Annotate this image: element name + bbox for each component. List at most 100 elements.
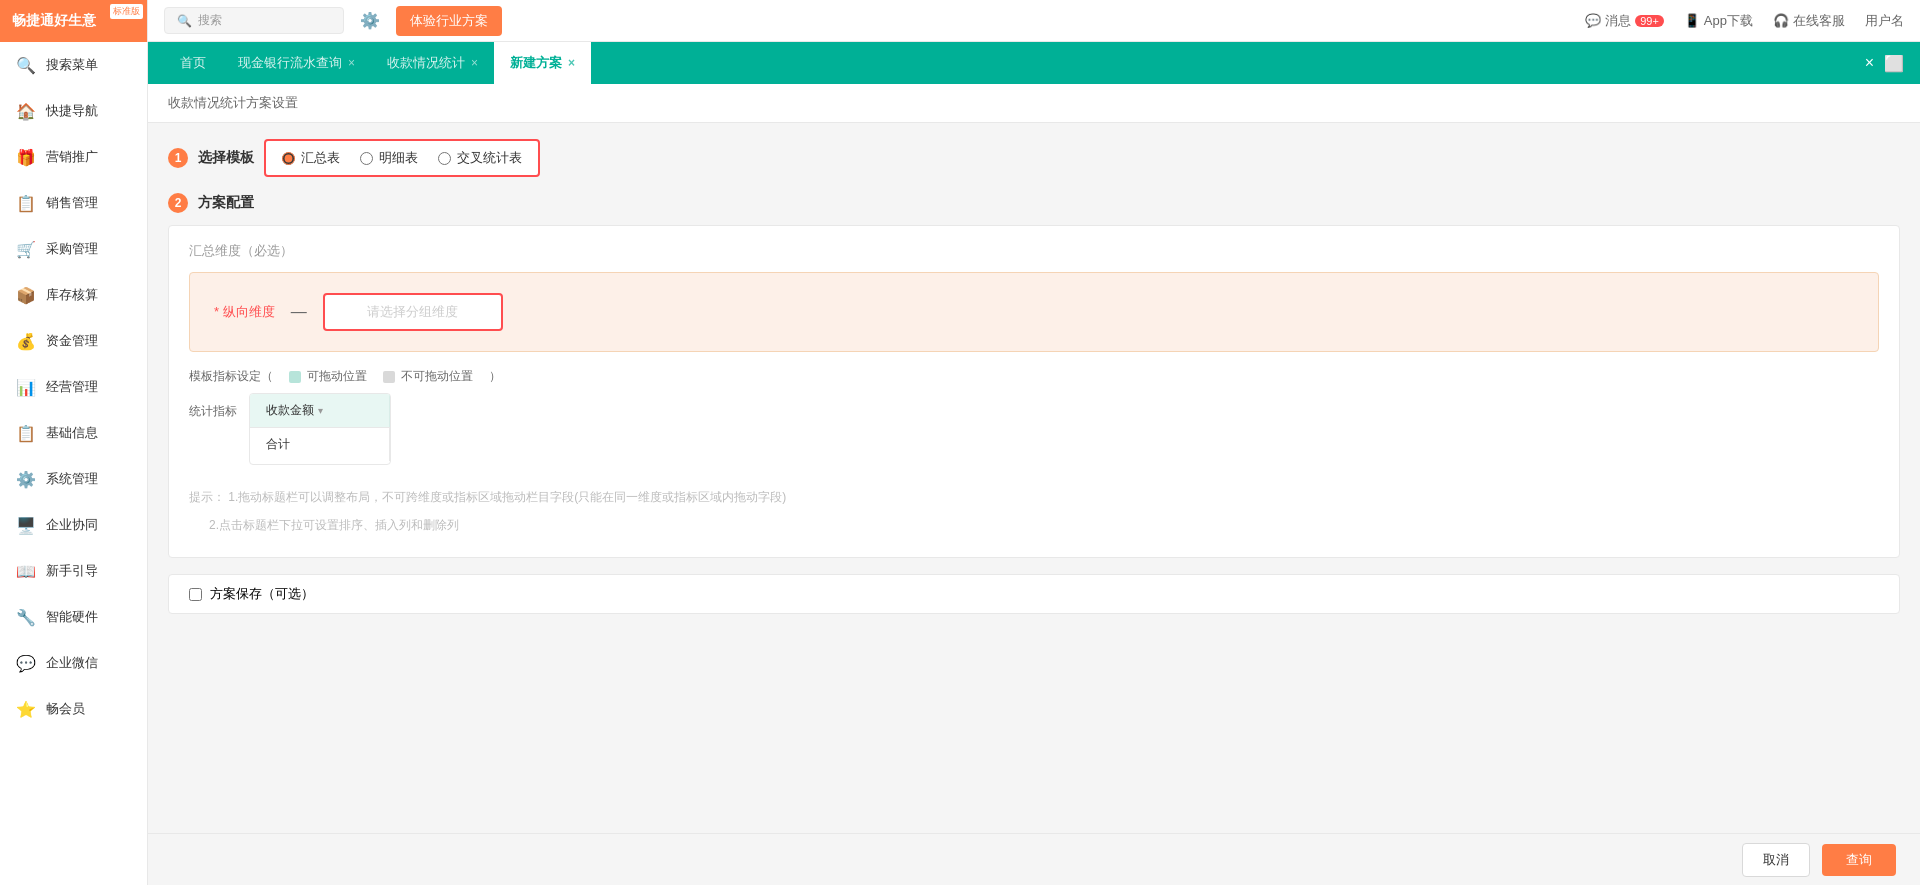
sidebar-item-sales[interactable]: 📋 销售管理 bbox=[0, 180, 147, 226]
topbar: 🔍 搜索 ⚙️ 体验行业方案 💬 消息 99+ 📱 App下载 🎧 在线客服 用… bbox=[148, 0, 1920, 42]
radio-option-detail[interactable]: 明细表 bbox=[360, 149, 418, 167]
sidebar-logo-text: 畅捷通好生意 bbox=[12, 12, 96, 30]
sidebar-item-label: 企业协同 bbox=[46, 516, 98, 534]
collab-icon: 🖥️ bbox=[16, 516, 36, 535]
sidebar-item-basic-info[interactable]: 📋 基础信息 bbox=[0, 410, 147, 456]
radio-summary-input[interactable] bbox=[282, 152, 295, 165]
window-close-icon[interactable]: × bbox=[1865, 54, 1874, 72]
sidebar-item-operations[interactable]: 📊 经营管理 bbox=[0, 364, 147, 410]
sidebar: 畅捷通好生意 标准版 🔍 搜索菜单 🏠 快捷导航 🎁 营销推广 📋 销售管理 🛒… bbox=[0, 0, 148, 885]
sidebar-item-label: 基础信息 bbox=[46, 424, 98, 442]
tips-area: 提示： 1.拖动标题栏可以调整布局，不可跨维度或指标区域拖动栏目字段(只能在同一… bbox=[189, 485, 1879, 537]
step1-header: 1 选择模板 汇总表 明细表 交叉统计表 bbox=[168, 139, 1900, 177]
tab-collection-stats[interactable]: 收款情况统计 × bbox=[371, 42, 494, 84]
sidebar-item-system[interactable]: ⚙️ 系统管理 bbox=[0, 456, 147, 502]
message-icon: 💬 bbox=[1585, 13, 1601, 28]
search-placeholder-text: 搜索 bbox=[198, 12, 222, 29]
tab-collection-stats-label: 收款情况统计 bbox=[387, 54, 465, 72]
notification-badge: 99+ bbox=[1635, 15, 1664, 27]
save-checkbox[interactable] bbox=[189, 588, 202, 601]
step2-header: 2 方案配置 bbox=[168, 193, 1900, 213]
dimension-select[interactable]: 请选择分组维度 bbox=[323, 293, 503, 331]
metrics-header-cell[interactable]: 收款金额 ▾ bbox=[250, 394, 390, 427]
fixed-legend-label: 不可拖动位置 bbox=[401, 368, 473, 385]
notification-button[interactable]: 💬 消息 99+ bbox=[1585, 12, 1664, 30]
legend-draggable: 可拖动位置 bbox=[289, 368, 367, 385]
search-menu-icon: 🔍 bbox=[16, 56, 36, 75]
save-section: 方案保存（可选） bbox=[168, 574, 1900, 614]
app-download-button[interactable]: 📱 App下载 bbox=[1684, 12, 1753, 30]
arrow-icon: — bbox=[291, 303, 307, 321]
guide-icon: 📖 bbox=[16, 562, 36, 581]
sidebar-item-inventory[interactable]: 📦 库存核算 bbox=[0, 272, 147, 318]
user-name: 用户名 bbox=[1865, 12, 1904, 30]
config-section: 汇总维度（必选） * 纵向维度 — 请选择分组维度 bbox=[168, 225, 1900, 558]
sidebar-item-quick-nav[interactable]: 🏠 快捷导航 bbox=[0, 88, 147, 134]
sidebar-item-label: 新手引导 bbox=[46, 562, 98, 580]
sidebar-item-label: 搜索菜单 bbox=[46, 56, 98, 74]
sidebar-item-label: 营销推广 bbox=[46, 148, 98, 166]
sidebar-item-marketing[interactable]: 🎁 营销推广 bbox=[0, 134, 147, 180]
sidebar-item-label: 经营管理 bbox=[46, 378, 98, 396]
home-icon: 🏠 bbox=[16, 102, 36, 121]
tip2: 2.点击标题栏下拉可设置排序、插入列和删除列 bbox=[209, 518, 459, 532]
sidebar-item-enterprise-collab[interactable]: 🖥️ 企业协同 bbox=[0, 502, 147, 548]
sidebar-item-smart-hardware[interactable]: 🔧 智能硬件 bbox=[0, 594, 147, 640]
radio-summary-label: 汇总表 bbox=[301, 149, 340, 167]
metrics-settings: 模板指标设定（ 可拖动位置 不可拖动位置 ） bbox=[189, 368, 1879, 465]
online-service-button[interactable]: 🎧 在线客服 bbox=[1773, 12, 1845, 30]
tab-bank-flow[interactable]: 现金银行流水查询 × bbox=[222, 42, 371, 84]
topbar-right: 💬 消息 99+ 📱 App下载 🎧 在线客服 用户名 bbox=[1585, 12, 1904, 30]
sidebar-item-label: 资金管理 bbox=[46, 332, 98, 350]
radio-option-summary[interactable]: 汇总表 bbox=[282, 149, 340, 167]
tab-home[interactable]: 首页 bbox=[164, 42, 222, 84]
sidebar-item-label: 企业微信 bbox=[46, 654, 98, 672]
box-icon: 📦 bbox=[16, 286, 36, 305]
sidebar-item-label: 快捷导航 bbox=[46, 102, 98, 120]
tip1: 1.拖动标题栏可以调整布局，不可跨维度或指标区域拖动栏目字段(只能在同一维度或指… bbox=[228, 490, 786, 504]
sidebar-edition-badge: 标准版 bbox=[110, 4, 143, 19]
download-icon: 📱 bbox=[1684, 13, 1700, 28]
sidebar-item-finance[interactable]: 💰 资金管理 bbox=[0, 318, 147, 364]
online-service-label: 在线客服 bbox=[1793, 12, 1845, 30]
sidebar-item-member[interactable]: ⭐ 畅会员 bbox=[0, 686, 147, 732]
hardware-icon: 🔧 bbox=[16, 608, 36, 627]
metrics-data-cell: 合计 bbox=[250, 428, 390, 461]
sidebar-item-beginner-guide[interactable]: 📖 新手引导 bbox=[0, 548, 147, 594]
wechat-icon: 💬 bbox=[16, 654, 36, 673]
topbar-search[interactable]: 🔍 搜索 bbox=[164, 7, 344, 34]
sidebar-item-label: 库存核算 bbox=[46, 286, 98, 304]
tab-new-plan-close[interactable]: × bbox=[568, 56, 575, 70]
tab-bank-flow-label: 现金银行流水查询 bbox=[238, 54, 342, 72]
sidebar-item-label: 销售管理 bbox=[46, 194, 98, 212]
bottom-bar: 取消 查询 bbox=[148, 833, 1920, 885]
tab-collection-stats-close[interactable]: × bbox=[471, 56, 478, 70]
search-icon: 🔍 bbox=[177, 14, 192, 28]
summary-dimension-label: 汇总维度（必选） bbox=[189, 243, 293, 258]
tab-new-plan[interactable]: 新建方案 × bbox=[494, 42, 591, 84]
window-maximize-icon[interactable]: ⬜ bbox=[1884, 54, 1904, 73]
sidebar-item-search-menu[interactable]: 🔍 搜索菜单 bbox=[0, 42, 147, 88]
cancel-button[interactable]: 取消 bbox=[1742, 843, 1810, 877]
tab-bar: 首页 现金银行流水查询 × 收款情况统计 × 新建方案 × × ⬜ bbox=[148, 42, 1920, 84]
tab-bank-flow-close[interactable]: × bbox=[348, 56, 355, 70]
save-checkbox-label: 方案保存（可选） bbox=[210, 585, 314, 603]
trial-button[interactable]: 体验行业方案 bbox=[396, 6, 502, 36]
sidebar-item-purchase[interactable]: 🛒 采购管理 bbox=[0, 226, 147, 272]
settings-icon[interactable]: ⚙️ bbox=[360, 11, 380, 30]
query-button[interactable]: 查询 bbox=[1822, 844, 1896, 876]
dimension-area: * 纵向维度 — 请选择分组维度 bbox=[189, 272, 1879, 352]
notification-label: 消息 bbox=[1605, 12, 1631, 30]
metrics-col-header: 收款金额 bbox=[266, 402, 314, 419]
service-icon: 🎧 bbox=[1773, 13, 1789, 28]
page-body: 1 选择模板 汇总表 明细表 交叉统计表 bbox=[148, 123, 1920, 630]
stats-spacer bbox=[189, 429, 237, 465]
sidebar-item-enterprise-wechat[interactable]: 💬 企业微信 bbox=[0, 640, 147, 686]
dimension-select-placeholder: 请选择分组维度 bbox=[367, 304, 458, 319]
cart-icon: 🛒 bbox=[16, 240, 36, 259]
chevron-down-icon[interactable]: ▾ bbox=[318, 405, 323, 416]
radio-option-cross[interactable]: 交叉统计表 bbox=[438, 149, 522, 167]
radio-cross-input[interactable] bbox=[438, 152, 451, 165]
fixed-legend-dot bbox=[383, 371, 395, 383]
radio-detail-input[interactable] bbox=[360, 152, 373, 165]
